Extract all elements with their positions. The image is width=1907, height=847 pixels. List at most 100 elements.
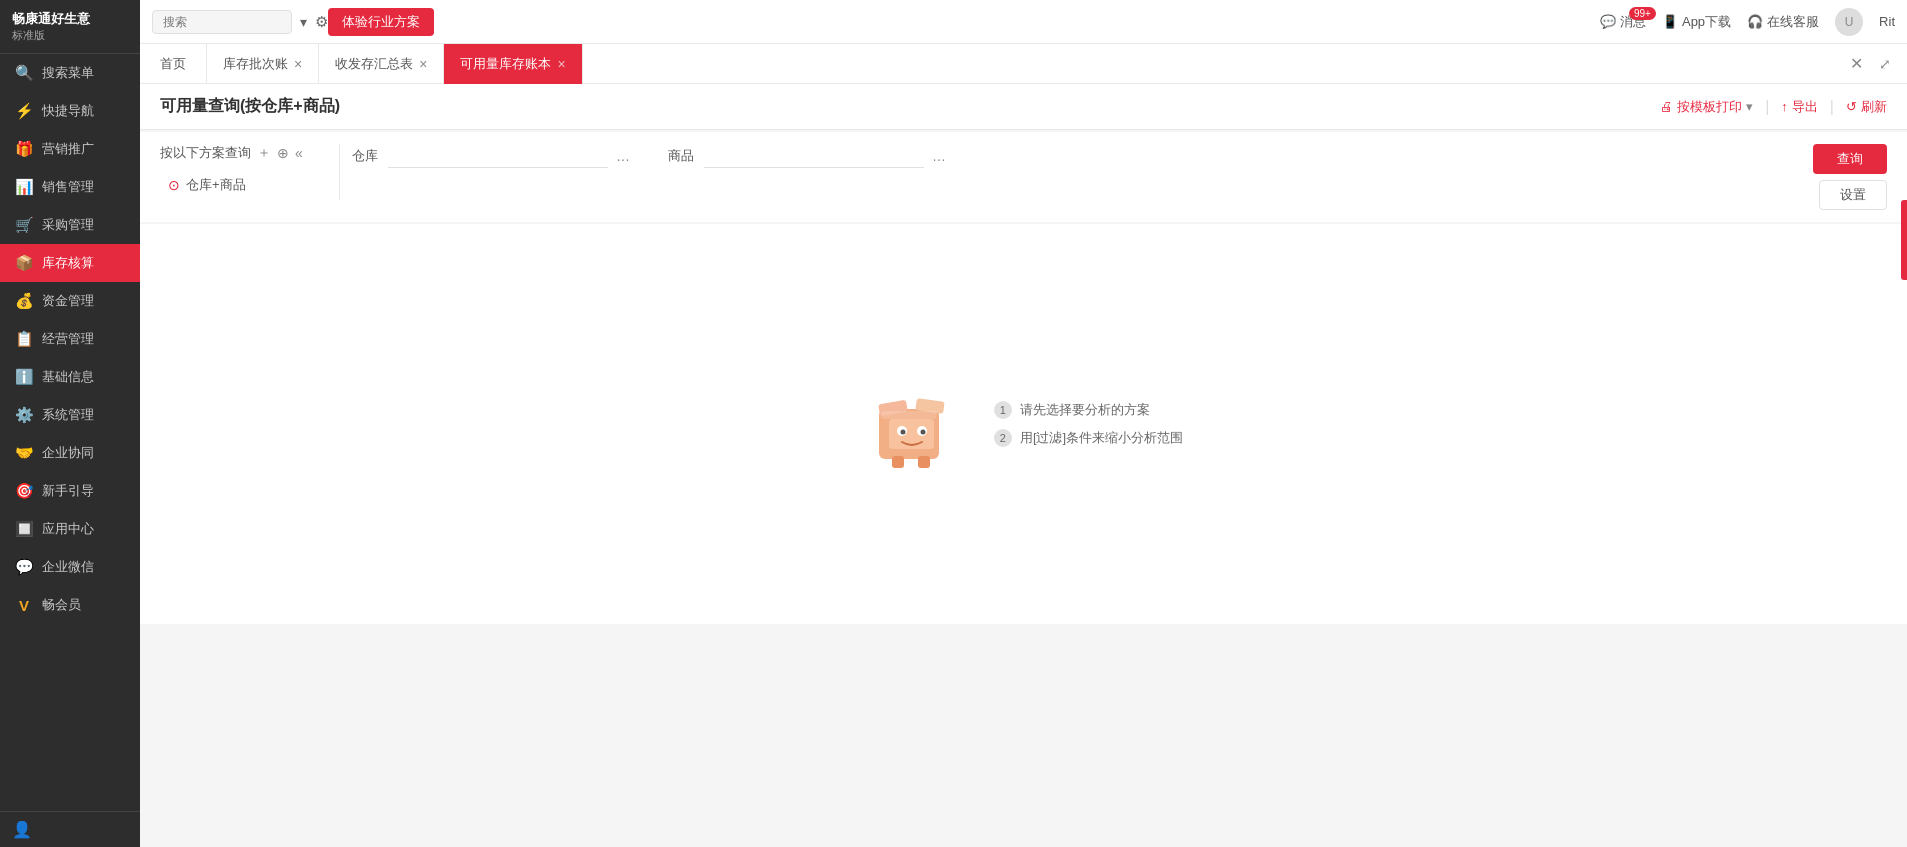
warehouse-input[interactable] xyxy=(388,144,608,168)
print-dropdown-icon[interactable]: ▾ xyxy=(1746,99,1753,114)
tab-inventory-batch[interactable]: 库存批次账 × xyxy=(207,44,319,84)
sidebar-item-enterprise-wechat-label: 企业微信 xyxy=(42,558,94,576)
tab-receive-summary[interactable]: 收发存汇总表 × xyxy=(319,44,444,84)
sidebar-item-basic-info[interactable]: ℹ️ 基础信息 xyxy=(0,358,140,396)
robot-svg xyxy=(864,374,964,474)
tab-bar-expand-button[interactable]: ⤢ xyxy=(1871,52,1899,76)
clipboard-icon: 📋 xyxy=(14,330,34,348)
phone-icon: 📱 xyxy=(1662,14,1678,29)
avatar-initial: U xyxy=(1845,15,1854,29)
sidebar-item-new-guide-label: 新手引导 xyxy=(42,482,94,500)
header-messages[interactable]: 💬 消息 99+ xyxy=(1600,13,1646,31)
username[interactable]: Rit xyxy=(1879,14,1895,29)
vip-icon: V xyxy=(14,597,34,614)
scroll-indicator xyxy=(1901,200,1907,280)
empty-illustration xyxy=(864,374,964,474)
print-template-button[interactable]: 🖨 按模板打印 ▾ xyxy=(1660,98,1753,116)
info-icon: ℹ️ xyxy=(14,368,34,386)
grid-icon: 🔲 xyxy=(14,520,34,538)
search-icon: 🔍 xyxy=(14,64,34,82)
sidebar-bottom-icon: 👤 xyxy=(12,820,32,839)
box-icon: 📦 xyxy=(14,254,34,272)
sidebar-item-operation[interactable]: 📋 经营管理 xyxy=(0,320,140,358)
header-settings-icon[interactable]: ⚙ xyxy=(315,13,328,31)
empty-hint-1: 1 请先选择要分析的方案 xyxy=(994,401,1183,419)
tab-bar-close-button[interactable]: ✕ xyxy=(1842,50,1871,77)
target-icon: 🎯 xyxy=(14,482,34,500)
refresh-button[interactable]: ↺ 刷新 xyxy=(1846,98,1887,116)
sidebar-item-marketing[interactable]: 🎁 营销推广 xyxy=(0,130,140,168)
app-name: 畅康通好生意 xyxy=(12,10,128,28)
sidebar-item-app-center-label: 应用中心 xyxy=(42,520,94,538)
header-right: 💬 消息 99+ 📱 App下载 🎧 在线客服 U Rit xyxy=(1600,8,1895,36)
svg-rect-10 xyxy=(881,411,937,419)
svg-point-7 xyxy=(920,430,925,435)
page-header: 可用量查询(按仓库+商品) 🖨 按模板打印 ▾ | ↑ 导出 | ↺ 刷新 xyxy=(140,84,1907,130)
page-title: 可用量查询(按仓库+商品) xyxy=(160,96,340,117)
settings-scheme-icon[interactable]: ⊕ xyxy=(277,145,289,161)
sidebar-item-system[interactable]: ⚙️ 系统管理 xyxy=(0,396,140,434)
tab-bar-right: ✕ ⤢ xyxy=(1842,50,1907,77)
add-scheme-icon[interactable]: ＋ xyxy=(257,144,271,162)
header: ▾ ⚙ 体验行业方案 💬 消息 99+ 📱 App下载 🎧 在线客服 U Rit xyxy=(140,0,1907,44)
sidebar-item-search[interactable]: 🔍 搜索菜单 xyxy=(0,54,140,92)
trial-industry-button[interactable]: 体验行业方案 xyxy=(328,8,434,36)
collapse-scheme-icon[interactable]: « xyxy=(295,145,303,161)
tab-available-ledger[interactable]: 可用量库存账本 × xyxy=(444,44,582,84)
header-search-input[interactable] xyxy=(152,10,292,34)
filter-scheme-item-warehouse-product[interactable]: ⊙ 仓库+商品 xyxy=(160,170,327,200)
tab-receive-summary-label: 收发存汇总表 xyxy=(335,55,413,73)
empty-hint-2: 2 用[过滤]条件来缩小分析范围 xyxy=(994,429,1183,447)
tab-available-ledger-close[interactable]: × xyxy=(557,56,565,72)
sidebar-item-inventory[interactable]: 📦 库存核算 xyxy=(0,244,140,282)
filter-scheme-header-label: 按以下方案查询 xyxy=(160,144,251,162)
tab-receive-summary-close[interactable]: × xyxy=(419,56,427,72)
product-more-icon[interactable]: … xyxy=(932,148,946,164)
tab-home[interactable]: 首页 xyxy=(140,44,207,84)
sidebar-item-membership[interactable]: V 畅会员 xyxy=(0,586,140,624)
tab-bar: 首页 库存批次账 × 收发存汇总表 × 可用量库存账本 × ✕ ⤢ xyxy=(140,44,1907,84)
warehouse-more-icon[interactable]: … xyxy=(616,148,630,164)
header-online-service[interactable]: 🎧 在线客服 xyxy=(1747,13,1819,31)
header-app-download[interactable]: 📱 App下载 xyxy=(1662,13,1731,31)
app-download-label: App下载 xyxy=(1682,13,1731,31)
empty-state: 1 请先选择要分析的方案 2 用[过滤]条件来缩小分析范围 xyxy=(140,224,1907,624)
action-separator-2: | xyxy=(1830,98,1834,116)
sidebar-item-finance[interactable]: 💰 资金管理 xyxy=(0,282,140,320)
query-button[interactable]: 查询 xyxy=(1813,144,1887,174)
filter-scheme-panel: 按以下方案查询 ＋ ⊕ « ⊙ 仓库+商品 xyxy=(160,144,340,200)
sidebar-item-sales[interactable]: 📊 销售管理 xyxy=(0,168,140,206)
sidebar-item-marketing-label: 营销推广 xyxy=(42,140,94,158)
tab-inventory-batch-close[interactable]: × xyxy=(294,56,302,72)
filter-area: 按以下方案查询 ＋ ⊕ « ⊙ 仓库+商品 仓库 … 商品 xyxy=(140,132,1907,222)
hint-num-1: 1 xyxy=(994,401,1012,419)
sidebar: 畅康通好生意 标准版 🔍 搜索菜单 ⚡ 快捷导航 🎁 营销推广 📊 销售管理 🛒… xyxy=(0,0,140,847)
refresh-label: 刷新 xyxy=(1861,98,1887,116)
sidebar-item-system-label: 系统管理 xyxy=(42,406,94,424)
wechat-icon: 💬 xyxy=(14,558,34,576)
filter-field-product: 商品 … xyxy=(668,144,968,168)
flash-icon: ⚡ xyxy=(14,102,34,120)
empty-state-content: 1 请先选择要分析的方案 2 用[过滤]条件来缩小分析范围 xyxy=(864,374,1183,474)
sidebar-item-search-label: 搜索菜单 xyxy=(42,64,94,82)
sidebar-item-app-center[interactable]: 🔲 应用中心 xyxy=(0,510,140,548)
print-template-label: 按模板打印 xyxy=(1677,98,1742,116)
sidebar-item-enterprise-wechat[interactable]: 💬 企业微信 xyxy=(0,548,140,586)
filter-right-actions: 查询 设置 xyxy=(1801,144,1887,210)
header-dropdown-icon[interactable]: ▾ xyxy=(300,14,307,30)
product-input[interactable] xyxy=(704,144,924,168)
sidebar-item-enterprise-collab[interactable]: 🤝 企业协同 xyxy=(0,434,140,472)
hint-text-1: 请先选择要分析的方案 xyxy=(1020,401,1150,419)
sidebar-item-quick-nav[interactable]: ⚡ 快捷导航 xyxy=(0,92,140,130)
warehouse-label: 仓库 xyxy=(352,147,380,165)
filter-settings-button[interactable]: 设置 xyxy=(1819,180,1887,210)
filter-fields: 仓库 … 商品 … xyxy=(352,144,1801,168)
money-icon: 💰 xyxy=(14,292,34,310)
avatar[interactable]: U xyxy=(1835,8,1863,36)
sidebar-item-new-guide[interactable]: 🎯 新手引导 xyxy=(0,472,140,510)
sidebar-item-sales-label: 销售管理 xyxy=(42,178,94,196)
sidebar-item-purchase[interactable]: 🛒 采购管理 xyxy=(0,206,140,244)
export-button[interactable]: ↑ 导出 xyxy=(1781,98,1818,116)
sidebar-item-finance-label: 资金管理 xyxy=(42,292,94,310)
messages-badge: 99+ xyxy=(1629,7,1656,20)
